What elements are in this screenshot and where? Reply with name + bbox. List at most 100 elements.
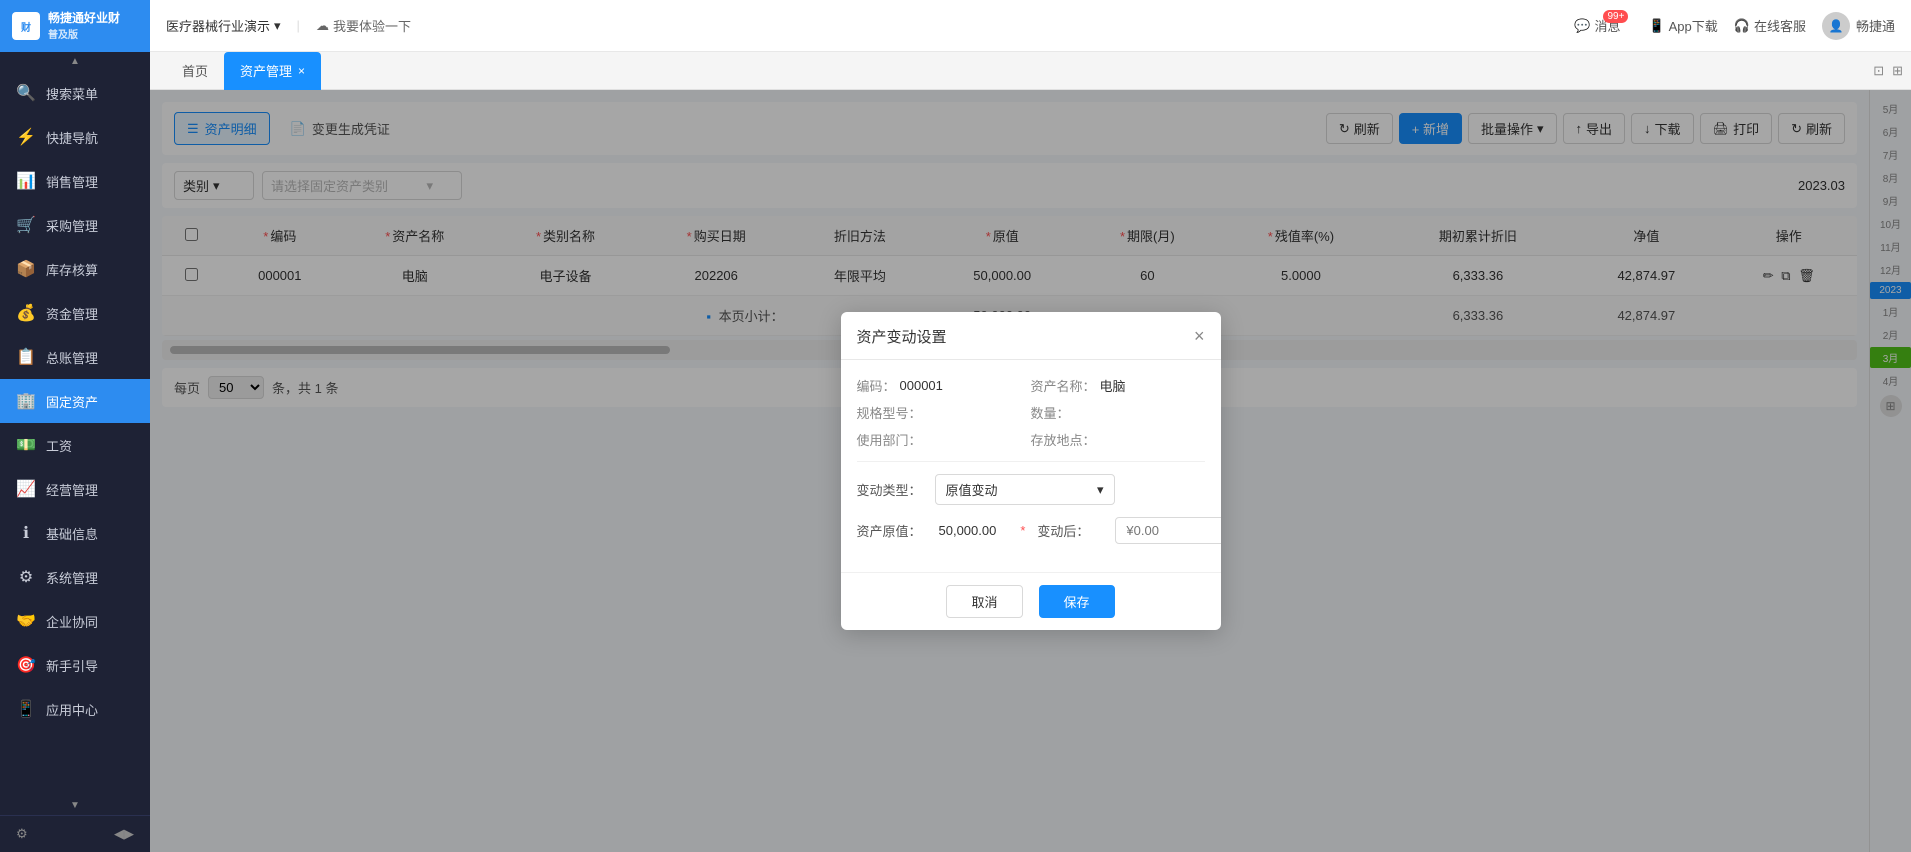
payroll-icon: 💵 <box>16 435 36 455</box>
sales-icon: 📊 <box>16 171 36 191</box>
main-area: 医疗器械行业演示 ▾ | ☁ 我要体验一下 💬 消息 99+ 📱 App下载 🎧… <box>150 0 1911 852</box>
modal-asset-name-value: 电脑 <box>1100 376 1126 395</box>
required-mark: * <box>1020 523 1025 538</box>
sidebar-item-operations[interactable]: 📈 经营管理 <box>0 467 150 511</box>
sidebar-item-guide[interactable]: 🎯 新手引导 <box>0 643 150 687</box>
tab-asset-management[interactable]: 资产管理 × <box>224 52 321 90</box>
sidebar-item-app-center-label: 应用中心 <box>46 700 98 719</box>
sidebar-item-enterprise-label: 企业协同 <box>46 612 98 631</box>
general-ledger-icon: 📋 <box>16 347 36 367</box>
sidebar-item-fund-label: 资金管理 <box>46 304 98 323</box>
sidebar-item-general-ledger-label: 总账管理 <box>46 348 98 367</box>
change-type-label: 变动类型： <box>857 480 927 499</box>
asset-change-dialog: 资产变动设置 × 编码： 000001 资产名称： 电脑 <box>841 312 1221 630</box>
sidebar-item-system[interactable]: ⚙ 系统管理 <box>0 555 150 599</box>
after-change-input[interactable] <box>1115 517 1220 544</box>
window-maximize-icon[interactable]: ⊞ <box>1892 63 1903 79</box>
sidebar-item-general-ledger[interactable]: 📋 总账管理 <box>0 335 150 379</box>
user-name: 畅捷通 <box>1856 16 1895 35</box>
settings-icon[interactable]: ⚙ <box>16 826 28 842</box>
sidebar-item-sales-label: 销售管理 <box>46 172 98 191</box>
modal-overlay: 资产变动设置 × 编码： 000001 资产名称： 电脑 <box>150 90 1911 852</box>
after-change-label: 变动后： <box>1037 521 1107 540</box>
sidebar-item-basic-info[interactable]: ℹ 基础信息 <box>0 511 150 555</box>
online-service-btn[interactable]: 🎧 在线客服 <box>1734 16 1806 35</box>
sidebar-scroll-up[interactable]: ▲ <box>0 52 150 71</box>
operations-icon: 📈 <box>16 479 36 499</box>
sidebar-item-purchase[interactable]: 🛒 采购管理 <box>0 203 150 247</box>
sidebar-item-search[interactable]: 🔍 搜索菜单 <box>0 71 150 115</box>
sidebar-item-enterprise[interactable]: 🤝 企业协同 <box>0 599 150 643</box>
app-name: 畅捷通好业财 <box>48 11 120 25</box>
change-type-row: 变动类型： 原值变动 ▾ <box>857 474 1205 505</box>
modal-quantity-label: 数量： <box>1031 403 1070 422</box>
modal-department-label: 使用部门： <box>857 430 922 449</box>
tab-window-controls: ⊡ ⊞ <box>1873 63 1911 79</box>
topbar: 医疗器械行业演示 ▾ | ☁ 我要体验一下 💬 消息 99+ 📱 App下载 🎧… <box>150 0 1911 52</box>
sidebar-item-fund[interactable]: 💰 资金管理 <box>0 291 150 335</box>
modal-code-value: 000001 <box>900 378 943 393</box>
modal-asset-name-field: 资产名称： 电脑 <box>1031 376 1205 395</box>
company-dropdown-icon: ▾ <box>274 18 281 34</box>
sidebar-item-payroll[interactable]: 💵 工资 <box>0 423 150 467</box>
company-selector[interactable]: 医疗器械行业演示 ▾ <box>166 16 281 35</box>
modal-spec-label: 规格型号： <box>857 403 922 422</box>
sidebar-item-inventory[interactable]: 📦 库存核算 <box>0 247 150 291</box>
online-service-icon: 🎧 <box>1734 18 1750 34</box>
sidebar-item-quick-nav[interactable]: ⚡ 快捷导航 <box>0 115 150 159</box>
app-edition: 普及版 <box>48 26 120 41</box>
modal-info-grid: 编码： 000001 资产名称： 电脑 规格型号： 数量： <box>857 376 1205 462</box>
tab-home[interactable]: 首页 <box>166 52 224 90</box>
modal-code-field: 编码： 000001 <box>857 376 1031 395</box>
save-button[interactable]: 保存 <box>1039 585 1115 618</box>
enterprise-icon: 🤝 <box>16 611 36 631</box>
change-type-value: 原值变动 <box>946 480 998 499</box>
sidebar-item-app-center[interactable]: 📱 应用中心 <box>0 687 150 731</box>
modal-body: 编码： 000001 资产名称： 电脑 规格型号： 数量： <box>841 360 1221 572</box>
guide-icon: 🎯 <box>16 655 36 675</box>
basic-info-icon: ℹ <box>16 523 36 543</box>
message-badge: 99+ <box>1603 10 1628 23</box>
modal-spec-field: 规格型号： <box>857 403 1031 422</box>
sidebar-scroll-down[interactable]: ▼ <box>0 796 150 815</box>
modal-title: 资产变动设置 <box>857 326 947 347</box>
modal-quantity-field: 数量： <box>1031 403 1205 422</box>
logo-icon: 财 <box>12 12 40 40</box>
app-download-btn[interactable]: 📱 App下载 <box>1648 16 1717 35</box>
app-download-label: App下载 <box>1669 16 1718 35</box>
asset-value-row: 资产原值： 50,000.00 * 变动后： <box>857 517 1205 544</box>
sidebar-item-sales[interactable]: 📊 销售管理 <box>0 159 150 203</box>
app-center-icon: 📱 <box>16 699 36 719</box>
sidebar-item-system-label: 系统管理 <box>46 568 98 587</box>
message-btn[interactable]: 💬 消息 99+ <box>1574 16 1620 35</box>
user-menu[interactable]: 👤 畅捷通 <box>1822 12 1895 40</box>
collapse-icon[interactable]: ◀▶ <box>114 826 134 842</box>
app-download-icon: 📱 <box>1648 18 1664 34</box>
tabbar: 首页 资产管理 × ⊡ ⊞ <box>150 52 1911 90</box>
sidebar-item-quick-nav-label: 快捷导航 <box>46 128 98 147</box>
modal-header: 资产变动设置 × <box>841 312 1221 360</box>
experience-btn[interactable]: ☁ 我要体验一下 <box>316 16 411 35</box>
original-value-label: 资产原值： <box>857 521 927 540</box>
change-type-dropdown-icon: ▾ <box>1097 482 1104 498</box>
sidebar: 财 畅捷通好业财 普及版 ▲ 🔍 搜索菜单 ⚡ 快捷导航 📊 销售管理 🛒 采购… <box>0 0 150 852</box>
sidebar-nav: 🔍 搜索菜单 ⚡ 快捷导航 📊 销售管理 🛒 采购管理 📦 库存核算 💰 资金管… <box>0 71 150 796</box>
sidebar-item-fixed-assets-label: 固定资产 <box>46 392 98 411</box>
experience-label: 我要体验一下 <box>333 16 411 35</box>
content-area: ☰ 资产明细 📄 变更生成凭证 ↻ 刷新 + 新增 批量操作 <box>150 90 1911 852</box>
modal-asset-name-label: 资产名称： <box>1031 376 1096 395</box>
topbar-right: 💬 消息 99+ 📱 App下载 🎧 在线客服 👤 畅捷通 <box>1574 12 1895 40</box>
sidebar-item-fixed-assets[interactable]: 🏢 固定资产 <box>0 379 150 423</box>
original-value-display: 50,000.00 <box>939 523 997 538</box>
change-type-select[interactable]: 原值变动 ▾ <box>935 474 1115 505</box>
modal-footer: 取消 保存 <box>841 572 1221 630</box>
modal-close-btn[interactable]: × <box>1194 326 1205 347</box>
tab-close-icon[interactable]: × <box>298 64 305 78</box>
cancel-button[interactable]: 取消 <box>946 585 1022 618</box>
company-name: 医疗器械行业演示 <box>166 16 270 35</box>
sidebar-bottom: ⚙ ◀▶ <box>0 815 150 852</box>
message-icon: 💬 <box>1574 18 1590 34</box>
sidebar-item-inventory-label: 库存核算 <box>46 260 98 279</box>
sidebar-item-operations-label: 经营管理 <box>46 480 98 499</box>
window-restore-icon[interactable]: ⊡ <box>1873 63 1884 79</box>
